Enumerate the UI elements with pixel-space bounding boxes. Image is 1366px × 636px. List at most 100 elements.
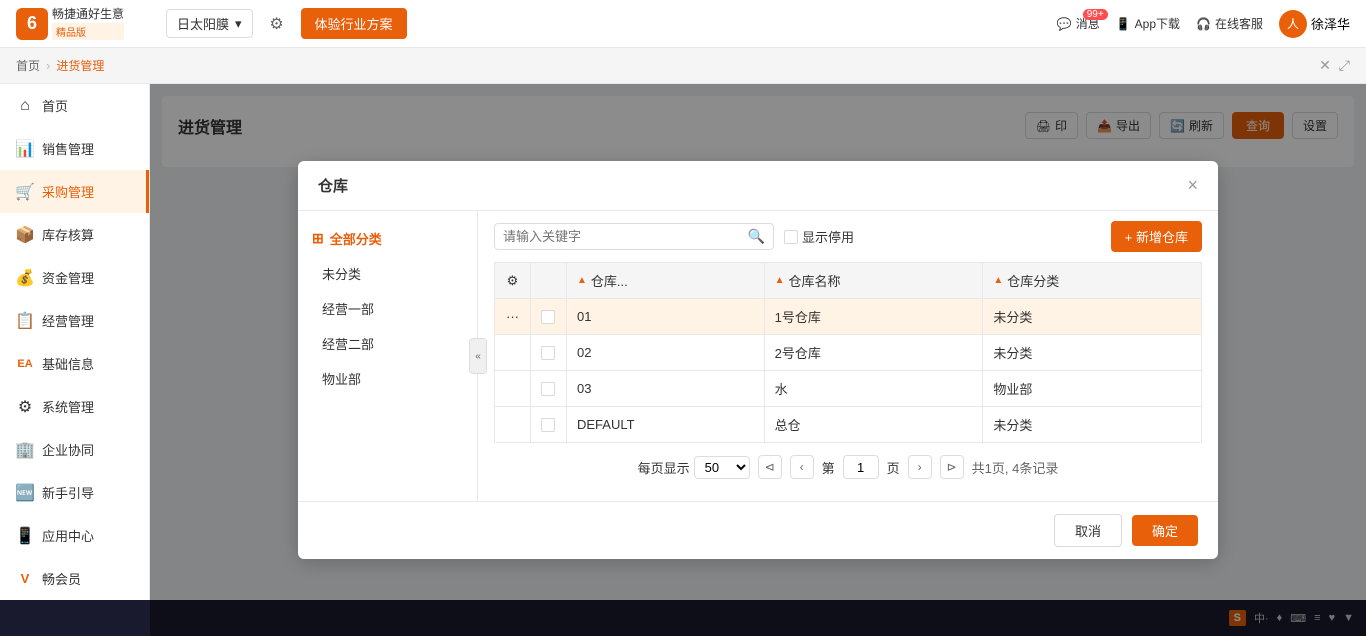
- breadcrumb-home[interactable]: 首页: [16, 57, 40, 74]
- sidebar-item-purchase[interactable]: 🛒 采购管理: [0, 170, 149, 213]
- category-item-unclassified[interactable]: 未分类: [298, 256, 477, 291]
- row-actions-3[interactable]: [495, 371, 531, 407]
- row-checkbox-3[interactable]: [531, 371, 567, 407]
- sort-icon-name: ▲: [775, 275, 785, 286]
- category-item-ops2[interactable]: 经营二部: [298, 326, 477, 361]
- row-actions-2[interactable]: [495, 335, 531, 371]
- show-disabled-checkbox-area[interactable]: 显示停用: [784, 227, 854, 246]
- mobile-icon: 📱: [1116, 17, 1131, 31]
- sidebar-label-member: 畅会员: [42, 569, 81, 588]
- modal-body: ⊞ 全部分类 未分类 经营一部 经营二部 物业部 «: [298, 211, 1218, 501]
- modal-backdrop: 仓库 × ⊞ 全部分类 未分类 经营一部 经营二部 物业部: [150, 84, 1366, 636]
- collapse-icon: «: [475, 351, 481, 362]
- sidebar-label-purchase: 采购管理: [42, 182, 94, 201]
- modal-close-button[interactable]: ×: [1187, 175, 1198, 196]
- sidebar-item-apps[interactable]: 📱 应用中心: [0, 514, 149, 557]
- sub-header: 首页 › 进货管理 ✕ ⤢: [0, 48, 1366, 84]
- modal-footer: 取消 确定: [298, 501, 1218, 559]
- search-box: 🔍: [494, 223, 774, 250]
- last-page-icon: ⊳: [947, 460, 957, 474]
- sidebar-item-enterprise[interactable]: 🏢 企业协同: [0, 428, 149, 471]
- finance-icon: 💰: [16, 269, 34, 287]
- new-warehouse-button[interactable]: + 新增仓库: [1111, 221, 1202, 252]
- row-name-3: 水: [764, 371, 983, 407]
- table-row[interactable]: 03 水 物业部: [495, 371, 1202, 407]
- sidebar-item-operations[interactable]: 📋 经营管理: [0, 299, 149, 342]
- sales-icon: 📊: [16, 140, 34, 158]
- row-category-4: 未分类: [983, 407, 1202, 443]
- page-label: 第: [822, 458, 835, 477]
- inventory-icon: 📦: [16, 226, 34, 244]
- prev-page-icon: ‹: [800, 460, 804, 474]
- sidebar-item-system[interactable]: ⚙ 系统管理: [0, 385, 149, 428]
- th-code[interactable]: ▲ 仓库...: [567, 263, 765, 299]
- sidebar-item-member[interactable]: V 畅会员: [0, 557, 149, 600]
- search-input[interactable]: [503, 229, 748, 244]
- modal-title: 仓库: [318, 175, 348, 196]
- row-category-2: 未分类: [983, 335, 1202, 371]
- sidebar-item-guide[interactable]: 🆕 新手引导: [0, 471, 149, 514]
- close-tab-button[interactable]: ✕: [1319, 57, 1331, 74]
- messages-button[interactable]: 💬 消息 99+: [1057, 15, 1100, 32]
- page-size-area: 每页显示 50 100 200: [638, 456, 750, 479]
- table-row[interactable]: ··· 01 1号仓库 未分类: [495, 299, 1202, 335]
- settings-button[interactable]: ⚙: [261, 8, 293, 40]
- content-area: 进货管理 🖨 印 📤 导出 🔄 刷新 查询 设置: [150, 84, 1366, 636]
- customer-service-button[interactable]: 🎧 在线客服: [1196, 15, 1263, 32]
- row-checkbox-2[interactable]: [531, 335, 567, 371]
- table-header-row: ⚙ ▲ 仓库...: [495, 263, 1202, 299]
- store-name: 日太阳膜: [177, 14, 229, 33]
- header-right: 💬 消息 99+ 📱 App下载 🎧 在线客服 人 徐泽华: [1057, 10, 1350, 38]
- th-name[interactable]: ▲ 仓库名称: [764, 263, 983, 299]
- table-row[interactable]: 02 2号仓库 未分类: [495, 335, 1202, 371]
- category-item-ops1[interactable]: 经营一部: [298, 291, 477, 326]
- prev-page-button[interactable]: ‹: [790, 455, 814, 479]
- confirm-button[interactable]: 确定: [1132, 515, 1198, 546]
- th-settings[interactable]: ⚙: [495, 263, 531, 299]
- app-download-button[interactable]: 📱 App下载: [1116, 15, 1180, 32]
- row-actions-4[interactable]: [495, 407, 531, 443]
- tab-actions: ✕ ⤢: [1319, 57, 1350, 74]
- last-page-button[interactable]: ⊳: [940, 455, 964, 479]
- store-selector[interactable]: 日太阳膜 ▾: [166, 9, 253, 38]
- table-container: ⚙ ▲ 仓库...: [494, 262, 1202, 443]
- sidebar-item-basic[interactable]: EA 基础信息: [0, 342, 149, 385]
- expand-button[interactable]: ⤢: [1339, 57, 1350, 74]
- chevron-down-icon: ▾: [235, 16, 242, 32]
- row-code-1: 01: [567, 299, 765, 335]
- table-toolbar: 🔍 显示停用 + 新增仓库: [494, 221, 1202, 252]
- customer-service-label: 在线客服: [1215, 15, 1263, 32]
- page-number-input[interactable]: [843, 455, 879, 479]
- row-checkbox-1[interactable]: [531, 299, 567, 335]
- sidebar-item-sales[interactable]: 📊 销售管理: [0, 127, 149, 170]
- cancel-button[interactable]: 取消: [1054, 514, 1122, 547]
- username-label: 徐泽华: [1311, 14, 1350, 33]
- category-item-property[interactable]: 物业部: [298, 361, 477, 396]
- collapse-category-button[interactable]: «: [469, 338, 487, 374]
- row-checkbox-4[interactable]: [531, 407, 567, 443]
- table-row[interactable]: DEFAULT 总仓 未分类: [495, 407, 1202, 443]
- th-checkbox: [531, 263, 567, 299]
- breadcrumb-separator: ›: [46, 58, 50, 73]
- sidebar-label-guide: 新手引导: [42, 483, 94, 502]
- all-categories-button[interactable]: ⊞ 全部分类: [298, 221, 477, 256]
- next-page-button[interactable]: ›: [908, 455, 932, 479]
- top-header: 6 畅捷通好生意 精品版 日太阳膜 ▾ ⚙ 体验行业方案 💬 消息 99+ 📱 …: [0, 0, 1366, 48]
- sidebar-item-finance[interactable]: 💰 资金管理: [0, 256, 149, 299]
- app-badge: 精品版: [52, 23, 124, 40]
- all-categories-label: 全部分类: [330, 229, 382, 248]
- th-category[interactable]: ▲ 仓库分类: [983, 263, 1202, 299]
- first-page-button[interactable]: ⊲: [758, 455, 782, 479]
- row-actions-1[interactable]: ···: [495, 299, 531, 335]
- search-icon[interactable]: 🔍: [748, 228, 765, 245]
- sidebar-item-inventory[interactable]: 📦 库存核算: [0, 213, 149, 256]
- show-disabled-checkbox[interactable]: [784, 230, 798, 244]
- per-page-select[interactable]: 50 100 200: [694, 456, 750, 479]
- trial-button[interactable]: 体验行业方案: [301, 8, 407, 39]
- sidebar-item-home[interactable]: ⌂ 首页: [0, 84, 149, 127]
- system-icon: ⚙: [16, 398, 34, 416]
- member-icon: V: [16, 570, 34, 588]
- show-disabled-label: 显示停用: [802, 227, 854, 246]
- user-profile-button[interactable]: 人 徐泽华: [1279, 10, 1350, 38]
- sidebar-label-operations: 经营管理: [42, 311, 94, 330]
